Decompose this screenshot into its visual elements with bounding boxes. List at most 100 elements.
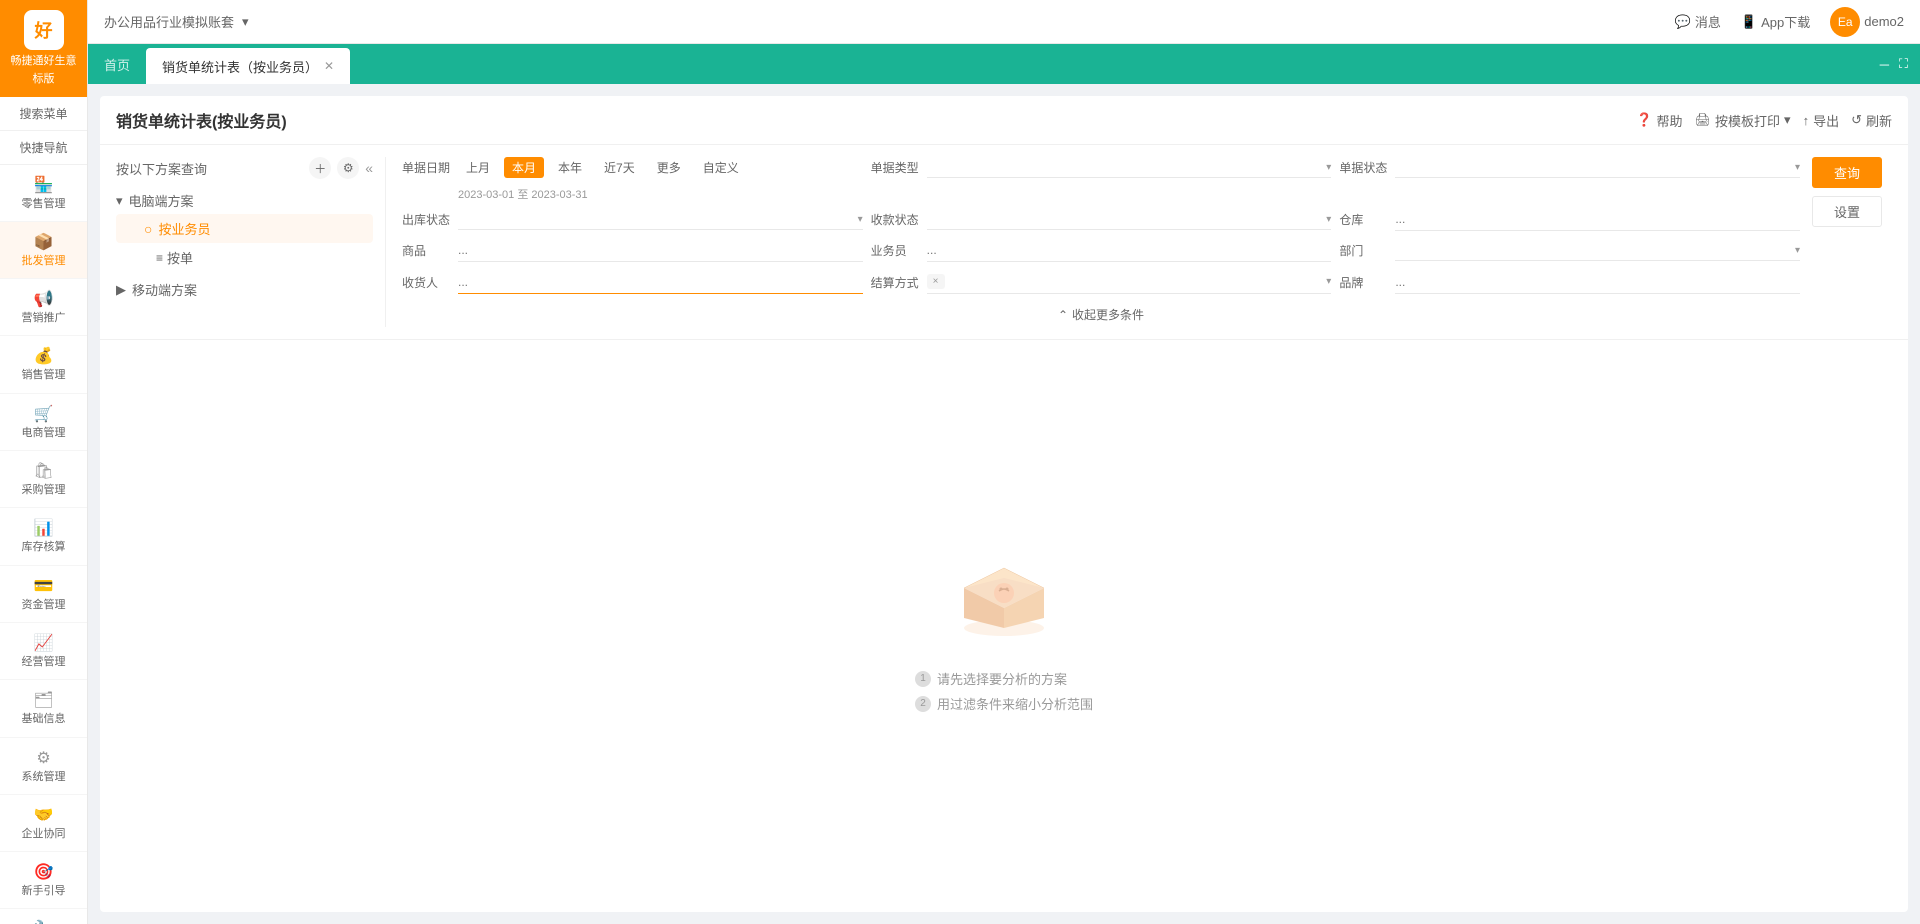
scheme-group-desktop: ▾ 电脑端方案 ○ 按业务员 ≡ 按单	[116, 187, 373, 272]
dept-label: 部门	[1339, 242, 1389, 259]
settlement-arrow: ▾	[1326, 276, 1331, 287]
app-download-btn[interactable]: 📱 App下载	[1741, 12, 1810, 31]
newbie-label: 新手引导	[22, 884, 66, 898]
coop-label: 企业协同	[22, 827, 66, 841]
filter-cell-doctype: 单据类型 ▾	[871, 158, 1332, 178]
sidebar-item-wholesale[interactable]: 📦 批发管理	[0, 222, 87, 279]
sales-label: 销售管理	[22, 368, 66, 382]
warehouse-input[interactable]	[1395, 208, 1800, 231]
inventory-icon: 📊	[34, 518, 54, 538]
filter-cell-recipient: 收货人	[402, 271, 863, 294]
scheme-group-mobile-header[interactable]: ▶ 移动端方案	[116, 276, 373, 303]
sidebar-item-marketing[interactable]: 📢 营销推广	[0, 279, 87, 336]
purchase-label: 采购管理	[22, 483, 66, 497]
sidebar-item-apps[interactable]: 🔧 应用中心	[0, 909, 87, 924]
query-btn[interactable]: 查询	[1812, 157, 1882, 188]
quick-nav[interactable]: 快捷导航	[0, 131, 87, 165]
sidebar-item-coop[interactable]: 🤝 企业协同	[0, 795, 87, 852]
tab-expand[interactable]: － ⛶	[1866, 55, 1920, 74]
date-btn-7days[interactable]: 近7天	[596, 157, 643, 178]
wholesale-label: 批发管理	[22, 254, 66, 268]
export-icon: ↑	[1803, 113, 1810, 128]
dept-arrow: ▾	[1795, 245, 1800, 256]
edit-scheme-btn[interactable]: ⚙	[337, 157, 359, 179]
tab-close-btn[interactable]: ✕	[324, 59, 334, 73]
dept-select[interactable]: ▾	[1395, 241, 1800, 261]
paystatus-arrow: ▾	[1326, 214, 1331, 225]
download-icon: 📱	[1741, 14, 1757, 30]
message-btn[interactable]: 💬 消息	[1675, 12, 1721, 31]
date-btn-thisyear[interactable]: 本年	[550, 157, 590, 178]
empty-tips: 1 请先选择要分析的方案 2 用过滤条件来缩小分析范围	[915, 669, 1093, 719]
date-btn-thismonth[interactable]: 本月	[504, 157, 544, 178]
maximize-icon: ⛶	[1899, 56, 1908, 72]
warehouse-label: 仓库	[1339, 211, 1389, 228]
sidebar-item-system[interactable]: ⚙ 系统管理	[0, 738, 87, 795]
settlement-tag: ×	[927, 274, 945, 289]
filter-cell-product: 商品	[402, 239, 863, 262]
settlement-select[interactable]: × ▾	[927, 270, 1332, 294]
scheme-group-desktop-header[interactable]: ▾ 电脑端方案	[116, 187, 373, 214]
docstatus-arrow: ▾	[1795, 162, 1800, 173]
export-label: 导出	[1813, 111, 1839, 130]
print-btn[interactable]: 🖨 按模板打印 ▾	[1695, 111, 1791, 130]
empty-tip-2: 2 用过滤条件来缩小分析范围	[915, 694, 1093, 713]
finance-label: 资金管理	[22, 598, 66, 612]
brand-input[interactable]	[1395, 271, 1800, 294]
ecommerce-icon: 🛒	[34, 404, 54, 424]
sidebar-item-base[interactable]: 🗂 基础信息	[0, 680, 87, 737]
date-range-display: 2023-03-01 至 2023-03-31	[402, 186, 1800, 202]
sidebar-item-purchase[interactable]: 🛍 采购管理	[0, 451, 87, 508]
refresh-btn[interactable]: ↺ 刷新	[1851, 111, 1892, 130]
breadcrumb-text: 办公用品行业模拟账套	[104, 12, 234, 31]
sidebar-item-ecommerce[interactable]: 🛒 电商管理	[0, 394, 87, 451]
scheme-item-by-doc[interactable]: ≡ 按单	[116, 243, 373, 272]
minimize-icon: －	[1878, 55, 1891, 74]
docstatus-select[interactable]: ▾	[1395, 158, 1800, 178]
user-menu[interactable]: Ea demo2	[1830, 7, 1904, 37]
paystatus-select[interactable]: ▾	[927, 210, 1332, 230]
settlement-label: 结算方式	[871, 274, 921, 291]
apps-icon: 🔧	[34, 919, 54, 924]
sidebar-item-operation[interactable]: 📈 经营管理	[0, 623, 87, 680]
recipient-input[interactable]	[458, 271, 863, 294]
help-btn[interactable]: ❓ 帮助	[1636, 111, 1682, 130]
message-label: 消息	[1695, 12, 1721, 31]
mobile-scheme-label: 移动端方案	[132, 280, 197, 299]
sidebar-item-retail[interactable]: 🏪 零售管理	[0, 165, 87, 222]
scheme-item-by-salesperson[interactable]: ○ 按业务员	[116, 214, 373, 243]
help-icon: ❓	[1636, 112, 1652, 128]
tab-sales-stat[interactable]: 销货单统计表（按业务员） ✕	[146, 48, 350, 84]
tip-num-2: 2	[915, 696, 931, 712]
sidebar-item-inventory[interactable]: 📊 库存核算	[0, 508, 87, 565]
settings-btn[interactable]: 设置	[1812, 196, 1882, 227]
system-label: 系统管理	[22, 770, 66, 784]
inventory-label: 库存核算	[22, 540, 66, 554]
filter-area: 按以下方案查询 ＋ ⚙ « ▾ 电脑端方案	[100, 145, 1908, 340]
collapse-scheme-btn[interactable]: «	[365, 160, 373, 176]
outstatus-select[interactable]: ▾	[458, 210, 863, 230]
date-btn-custom[interactable]: 自定义	[695, 157, 747, 178]
settlement-tag-close[interactable]: ×	[933, 276, 939, 287]
collapse-filters-btn[interactable]: ⌃ 收起更多条件	[1046, 302, 1156, 327]
product-input[interactable]	[458, 239, 863, 262]
search-menu[interactable]: 搜索菜单	[0, 97, 87, 131]
salesperson-input[interactable]	[927, 239, 1332, 262]
export-btn[interactable]: ↑ 导出	[1803, 111, 1840, 130]
sidebar-item-newbie[interactable]: 🎯 新手引导	[0, 852, 87, 909]
paystatus-label: 收款状态	[871, 211, 921, 228]
date-btn-more[interactable]: 更多	[649, 157, 689, 178]
logo-text: 畅捷通好生意	[11, 54, 77, 68]
date-btn-lastmonth[interactable]: 上月	[458, 157, 498, 178]
top-header: 办公用品行业模拟账套 ▾ 💬 消息 📱 App下载 Ea demo2	[88, 0, 1920, 44]
quick-nav-label: 快捷导航	[19, 141, 67, 155]
logo-icon: 好	[24, 10, 64, 50]
app-logo[interactable]: 好 畅捷通好生意 标版	[0, 0, 87, 97]
sidebar-item-sales[interactable]: 💰 销售管理	[0, 336, 87, 393]
add-scheme-btn[interactable]: ＋	[309, 157, 331, 179]
filter-cell-salesperson: 业务员	[871, 239, 1332, 262]
doctype-select[interactable]: ▾	[927, 158, 1332, 178]
tab-home[interactable]: 首页	[88, 44, 146, 84]
marketing-icon: 📢	[34, 289, 54, 309]
sidebar-item-finance[interactable]: 💳 资金管理	[0, 566, 87, 623]
